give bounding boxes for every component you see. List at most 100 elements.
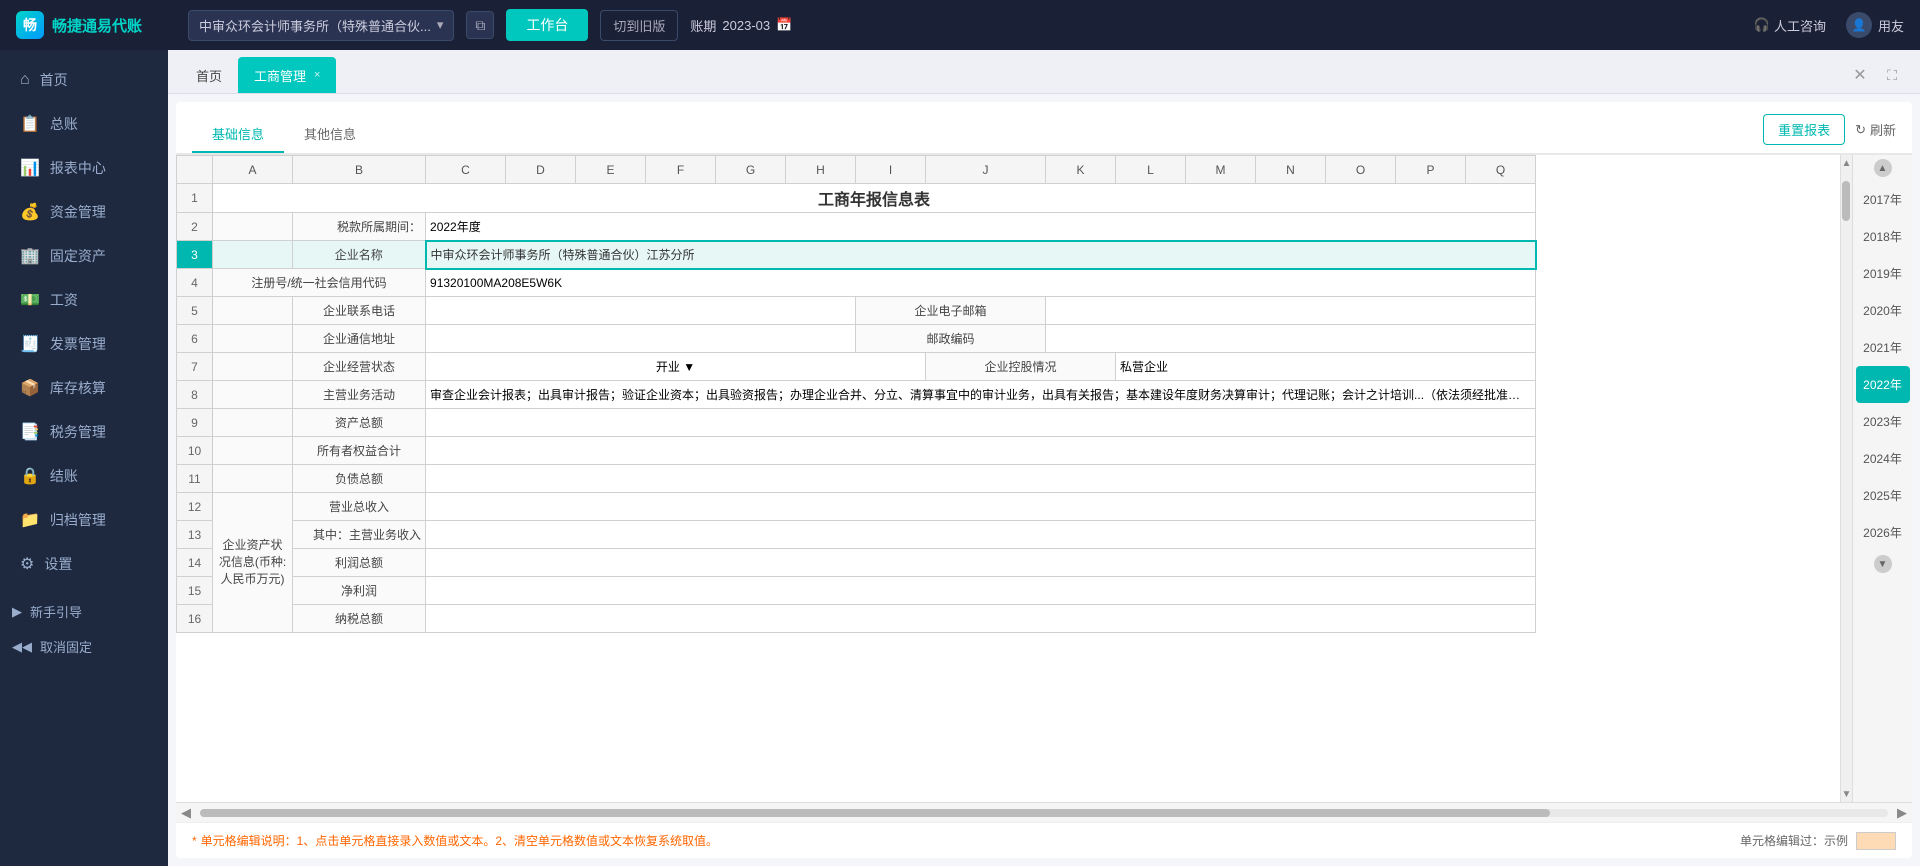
col-header-i: I [856, 156, 926, 184]
sidebar-unpin[interactable]: ◀◀ 取消固定 [0, 629, 168, 664]
year-2024[interactable]: 2024年 [1856, 440, 1910, 477]
h-scroll-thumb[interactable] [200, 809, 1550, 817]
cell-6c[interactable] [426, 325, 856, 353]
row-num-1: 1 [177, 184, 213, 213]
logo-text: 畅捷通易代账 [52, 15, 142, 36]
window-expand-button[interactable]: ⛶ [1880, 63, 1904, 87]
cell-10c[interactable] [426, 437, 1536, 465]
tab-business[interactable]: 工商管理 × [238, 57, 336, 93]
sidebar-item-asset[interactable]: 🏢 固定资产 [0, 234, 168, 278]
cell-14c[interactable] [426, 549, 1536, 577]
sample-cell-example [1856, 832, 1896, 850]
period-value: 2023-03 [722, 18, 770, 33]
cell-10a [213, 437, 293, 465]
sub-tab-bar: 基础信息 其他信息 重置报表 ↻ 刷新 [176, 102, 1912, 155]
sheet-title[interactable]: 工商年报信息表 [213, 184, 1536, 213]
sidebar-item-inventory[interactable]: 📦 库存核算 [0, 366, 168, 410]
cell-13c[interactable] [426, 521, 1536, 549]
sidebar-item-settings[interactable]: ⚙ 设置 [0, 542, 168, 586]
year-2023[interactable]: 2023年 [1856, 403, 1910, 440]
table-row: 4 注册号/统一社会信用代码 91320100MA208E5W6K [177, 269, 1536, 297]
year-2022[interactable]: 2022年 [1856, 366, 1910, 403]
spreadsheet-container[interactable]: A B C D E F G H I J K L [176, 155, 1840, 802]
table-row: 8 主营业务活动 审查企业会计报表；出具审计报告；验证企业资本；出具验资报告；办… [177, 381, 1536, 409]
workbench-button[interactable]: 工作台 [506, 9, 588, 41]
cell-15c[interactable] [426, 577, 1536, 605]
sidebar-label-settings: 设置 [44, 554, 72, 574]
scroll-down-button[interactable]: ▼ [1841, 786, 1852, 802]
scroll-right-button[interactable]: ▶ [1892, 805, 1912, 821]
scroll-up-button[interactable]: ▲ [1841, 155, 1852, 171]
cell-2c[interactable]: 2022年度 [426, 213, 1536, 241]
cell-6k[interactable] [1046, 325, 1536, 353]
cell-12b: 营业总收入 [293, 493, 426, 521]
sidebar-item-tax[interactable]: 📑 税务管理 [0, 410, 168, 454]
cell-7b: 企业经营状态 [293, 353, 426, 381]
sidebar-item-ledger[interactable]: 📋 总账 [0, 102, 168, 146]
refresh-button[interactable]: ↻ 刷新 [1855, 120, 1896, 139]
vertical-scrollbar[interactable]: ▲ ▼ [1840, 155, 1852, 802]
sidebar-item-closing[interactable]: 🔒 结账 [0, 454, 168, 498]
scroll-track[interactable] [1841, 171, 1852, 786]
scroll-thumb[interactable] [1842, 181, 1850, 221]
support-button[interactable]: 🎧 人工咨询 [1754, 16, 1826, 35]
cell-5k[interactable] [1046, 297, 1536, 325]
sidebar-item-salary[interactable]: 💵 工资 [0, 278, 168, 322]
cell-3c[interactable]: 中审众环会计师事务所（特殊普通合伙）江苏分所 [426, 241, 1536, 269]
horizontal-scrollbar[interactable]: ◀ ▶ [176, 802, 1912, 822]
year-2017[interactable]: 2017年 [1856, 181, 1910, 218]
cell-9c[interactable] [426, 409, 1536, 437]
company-selector[interactable]: 中审众环会计师事务所（特殊普通合伙... ▾ [188, 10, 454, 41]
cell-4ab: 注册号/统一社会信用代码 [213, 269, 426, 297]
scroll-left-button[interactable]: ◀ [176, 805, 196, 821]
sidebar-item-finance[interactable]: 💰 资金管理 [0, 190, 168, 234]
sidebar-label-inventory: 库存核算 [50, 378, 106, 398]
tab-home[interactable]: 首页 [184, 57, 234, 93]
sidebar-item-report[interactable]: 📊 报表中心 [0, 146, 168, 190]
unpin-icon: ◀◀ [12, 639, 32, 655]
cell-16c[interactable] [426, 605, 1536, 633]
year-2025[interactable]: 2025年 [1856, 477, 1910, 514]
sidebar-item-home[interactable]: ⌂ 首页 [0, 58, 168, 102]
hint-star: * [192, 834, 197, 848]
tab-other-info[interactable]: 其他信息 [284, 116, 376, 153]
sidebar-item-archive[interactable]: 📁 归档管理 [0, 498, 168, 542]
report-icon: 📊 [20, 158, 40, 178]
h-scroll-track[interactable] [200, 809, 1888, 817]
cell-12c[interactable] [426, 493, 1536, 521]
cell-8c[interactable]: 审查企业会计报表；出具审计报告；验证企业资本；出具验资报告；办理企业合并、分立、… [426, 381, 1536, 409]
table-row: 12 企业资产状况信息(币种: 人民币万元) 营业总收入 [177, 493, 1536, 521]
sheet-table: A B C D E F G H I J K L [176, 155, 1537, 633]
cell-4c[interactable]: 91320100MA208E5W6K [426, 269, 1536, 297]
sidebar-newbie-guide[interactable]: ▶ 新手引导 [0, 594, 168, 629]
copy-icon[interactable]: ⧉ [466, 11, 494, 39]
col-header-l: L [1116, 156, 1186, 184]
calendar-icon[interactable]: 📅 [776, 17, 792, 33]
user-area[interactable]: 👤 用友 [1846, 12, 1904, 38]
tab-basic-info[interactable]: 基础信息 [192, 116, 284, 153]
year-2021[interactable]: 2021年 [1856, 329, 1910, 366]
inventory-icon: 📦 [20, 378, 40, 398]
year-2018[interactable]: 2018年 [1856, 218, 1910, 255]
year-2020[interactable]: 2020年 [1856, 292, 1910, 329]
year-2019[interactable]: 2019年 [1856, 255, 1910, 292]
sidebar-label-finance: 资金管理 [50, 202, 106, 222]
cell-5c[interactable] [426, 297, 856, 325]
reset-report-button[interactable]: 重置报表 [1763, 114, 1845, 145]
window-close-button[interactable]: ✕ [1848, 63, 1872, 87]
old-version-button[interactable]: 切到旧版 [600, 10, 678, 41]
cell-7c[interactable]: 开业 ▼ [426, 353, 926, 381]
logo-area: 畅 畅捷通易代账 [16, 11, 176, 39]
spreadsheet-wrapper: A B C D E F G H I J K L [176, 155, 1912, 802]
row-num-6: 6 [177, 325, 213, 353]
year-2026[interactable]: 2026年 [1856, 514, 1910, 551]
cell-11c[interactable] [426, 465, 1536, 493]
collapse-up-button[interactable]: ▲ [1874, 159, 1892, 177]
row-num-4: 4 [177, 269, 213, 297]
collapse-down-button[interactable]: ▼ [1874, 555, 1892, 573]
period-label: 账期 [690, 16, 716, 35]
cell-3a [213, 241, 293, 269]
tab-close-icon[interactable]: × [314, 69, 320, 81]
cell-7k[interactable]: 私营企业 [1116, 353, 1536, 381]
sidebar-item-invoice[interactable]: 🧾 发票管理 [0, 322, 168, 366]
